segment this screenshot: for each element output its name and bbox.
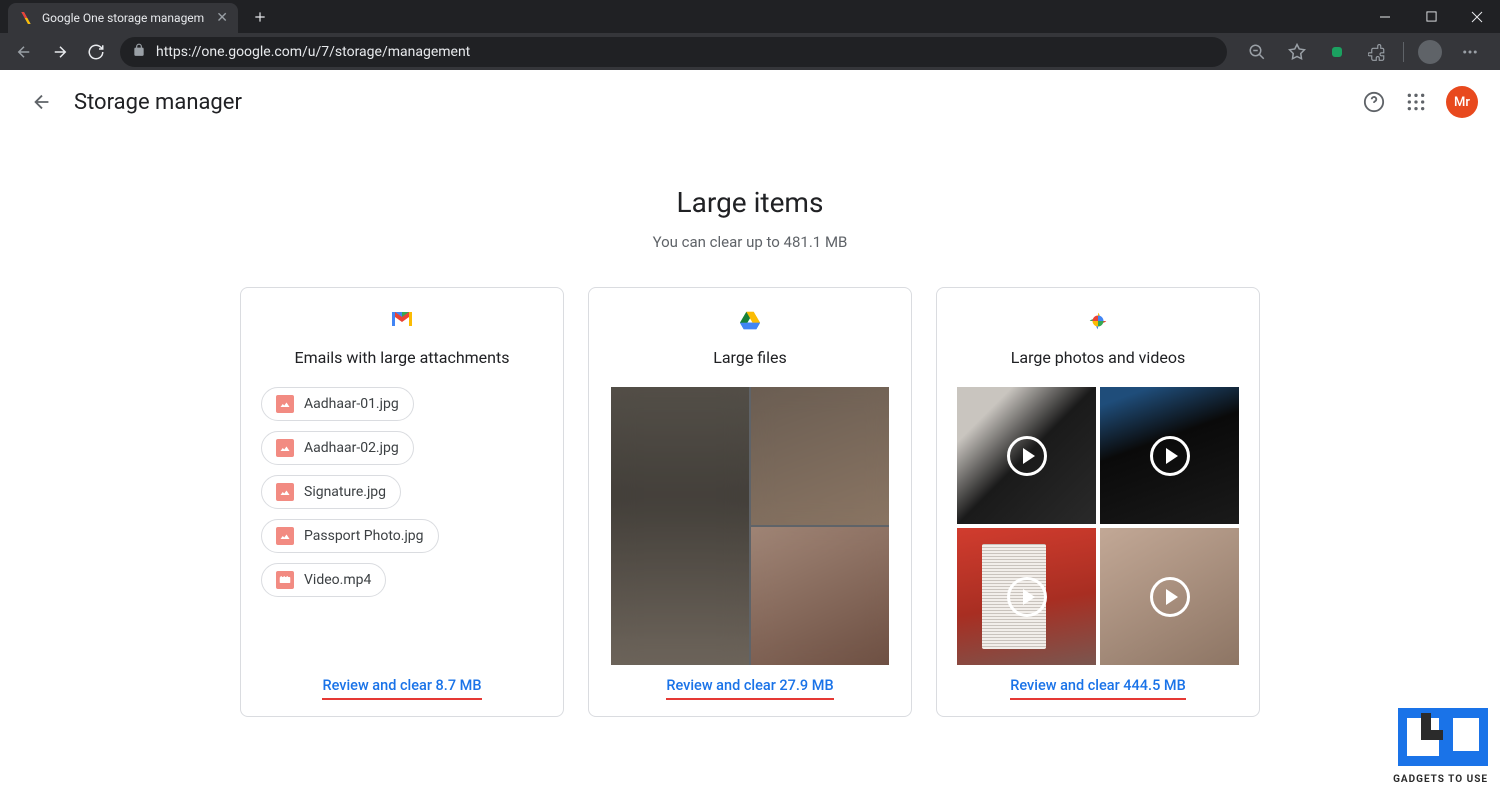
- close-tab-icon[interactable]: ✕: [216, 10, 228, 26]
- extensions-icon[interactable]: [1363, 38, 1391, 66]
- attachment-name: Passport Photo.jpg: [304, 528, 424, 544]
- url-text: https://one.google.com/u/7/storage/manag…: [156, 44, 1215, 60]
- attachment-chip[interactable]: Passport Photo.jpg: [261, 519, 439, 553]
- url-field[interactable]: https://one.google.com/u/7/storage/manag…: [120, 37, 1227, 67]
- image-file-icon: [276, 395, 294, 413]
- page-title: Storage manager: [74, 90, 242, 115]
- card-gmail-title: Emails with large attachments: [295, 348, 510, 367]
- watermark-text: GADGETS TO USE: [1393, 774, 1488, 785]
- maximize-button[interactable]: [1408, 0, 1454, 33]
- back-button[interactable]: [8, 36, 40, 68]
- favorite-icon[interactable]: [1283, 38, 1311, 66]
- address-bar: https://one.google.com/u/7/storage/manag…: [0, 33, 1500, 70]
- browser-tab[interactable]: Google One storage managem ✕: [8, 3, 238, 33]
- image-file-icon: [276, 439, 294, 457]
- attachment-list: Aadhaar-01.jpg Aadhaar-02.jpg Signature.…: [261, 387, 543, 667]
- watermark-logo: [1393, 707, 1488, 778]
- play-icon: [1150, 577, 1190, 617]
- card-gmail: Emails with large attachments Aadhaar-01…: [240, 287, 564, 717]
- video-file-icon: [276, 571, 294, 589]
- attachment-chip[interactable]: Aadhaar-01.jpg: [261, 387, 414, 421]
- drive-thumbnail: [751, 387, 889, 525]
- review-photos-link[interactable]: Review and clear 444.5 MB: [1010, 677, 1186, 700]
- drive-icon: [738, 310, 762, 334]
- back-arrow-button[interactable]: [22, 82, 62, 122]
- tab-bar: Google One storage managem ✕: [0, 0, 1500, 33]
- attachment-name: Signature.jpg: [304, 484, 386, 500]
- video-thumbnail: [957, 528, 1096, 665]
- cards-row: Emails with large attachments Aadhaar-01…: [0, 287, 1500, 717]
- video-thumbnail: [957, 387, 1096, 524]
- photos-icon: [1086, 310, 1110, 334]
- help-icon[interactable]: [1362, 90, 1386, 114]
- header-actions: Mr: [1362, 86, 1478, 118]
- card-photos-title: Large photos and videos: [1011, 348, 1185, 367]
- forward-button[interactable]: [44, 36, 76, 68]
- drive-thumbnail: [611, 387, 749, 665]
- attachment-chip[interactable]: Video.mp4: [261, 563, 386, 597]
- play-icon: [1150, 436, 1190, 476]
- main-content: Large items You can clear up to 481.1 MB…: [0, 134, 1500, 717]
- account-avatar[interactable]: Mr: [1446, 86, 1478, 118]
- attachment-name: Aadhaar-01.jpg: [304, 396, 399, 412]
- divider: [1403, 42, 1404, 62]
- attachment-name: Aadhaar-02.jpg: [304, 440, 399, 456]
- card-photos: Large photos and videos Review and clear…: [936, 287, 1260, 717]
- drive-thumbnails[interactable]: [611, 387, 889, 665]
- app-header: Storage manager Mr: [0, 70, 1500, 134]
- section-title: Large items: [0, 186, 1500, 219]
- play-icon: [1007, 436, 1047, 476]
- zoom-icon[interactable]: [1243, 38, 1271, 66]
- section-subtitle: You can clear up to 481.1 MB: [0, 233, 1500, 251]
- minimize-button[interactable]: [1362, 0, 1408, 33]
- browser-chrome: Google One storage managem ✕ https://one…: [0, 0, 1500, 70]
- card-drive: Large files Review and clear 27.9 MB: [588, 287, 912, 717]
- watermark: GADGETS TO USE: [1393, 707, 1488, 785]
- review-gmail-link[interactable]: Review and clear 8.7 MB: [322, 677, 481, 700]
- review-drive-link[interactable]: Review and clear 27.9 MB: [666, 677, 833, 700]
- attachment-chip[interactable]: Signature.jpg: [261, 475, 401, 509]
- image-file-icon: [276, 527, 294, 545]
- attachment-chip[interactable]: Aadhaar-02.jpg: [261, 431, 414, 465]
- attachment-name: Video.mp4: [304, 572, 371, 588]
- card-drive-title: Large files: [713, 348, 787, 367]
- apps-grid-icon[interactable]: [1404, 90, 1428, 114]
- photos-thumbnails[interactable]: [957, 387, 1239, 665]
- play-icon: [1007, 577, 1047, 617]
- drive-thumbnail: [751, 527, 889, 665]
- extension-indicator[interactable]: [1323, 38, 1351, 66]
- reload-button[interactable]: [80, 36, 112, 68]
- window-controls: [1362, 0, 1500, 33]
- toolbar-actions: [1235, 38, 1492, 66]
- google-one-favicon: [18, 10, 34, 26]
- menu-icon[interactable]: [1456, 38, 1484, 66]
- profile-button[interactable]: [1416, 38, 1444, 66]
- tab-title: Google One storage managem: [42, 11, 208, 25]
- video-thumbnail: [1100, 387, 1239, 524]
- lock-icon: [132, 42, 146, 61]
- new-tab-button[interactable]: [246, 3, 274, 31]
- image-file-icon: [276, 483, 294, 501]
- gmail-icon: [390, 310, 414, 334]
- video-thumbnail: [1100, 528, 1239, 665]
- close-window-button[interactable]: [1454, 0, 1500, 33]
